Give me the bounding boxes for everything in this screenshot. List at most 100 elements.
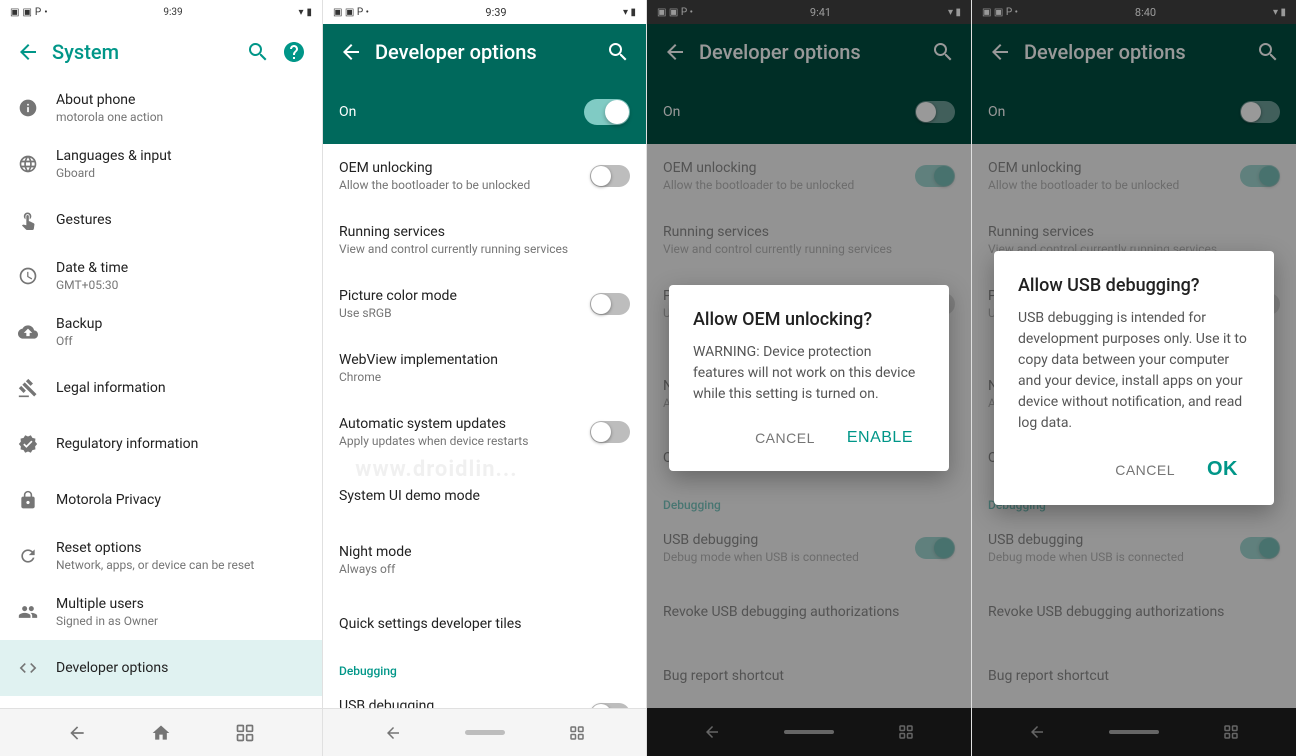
nav-bar-middle — [323, 708, 646, 756]
sim-icon: ▣ — [10, 7, 19, 18]
language-icon — [16, 152, 40, 176]
setting-oem[interactable]: OEM unlocking Allow the bootloader to be… — [323, 144, 646, 208]
sim2-icon: ▣ — [22, 7, 31, 18]
status-bar-middle: ▣ ▣ P • 9:39 ▾ ▮ — [323, 0, 646, 24]
developer-label: Developer options — [56, 660, 306, 676]
dot-icon: • — [44, 7, 47, 18]
night-sub: Always off — [339, 562, 630, 576]
oem-enable-button[interactable]: Enable — [835, 421, 925, 455]
home-nav-left[interactable] — [149, 721, 173, 745]
languages-sub: Gboard — [56, 166, 306, 180]
developer-panel-oem-dialog: ▣ ▣ P • 9:41 ▾ ▮ Developer options On OE… — [647, 0, 972, 756]
sidebar-item-gestures[interactable]: Gestures — [0, 192, 322, 248]
reset-label: Reset options — [56, 540, 306, 556]
clock-middle: 9:39 — [485, 6, 506, 19]
sidebar-item-users[interactable]: Multiple users Signed in as Owner — [0, 584, 322, 640]
main-toggle-thumb — [605, 100, 629, 124]
on-toggle-row[interactable]: On — [323, 80, 646, 144]
code-icon — [16, 656, 40, 680]
users-icon — [16, 600, 40, 624]
setting-running[interactable]: Running services View and control curren… — [323, 208, 646, 272]
sidebar-item-privacy[interactable]: Motorola Privacy — [0, 472, 322, 528]
system-panel: ▣ ▣ P • 9:39 ▾ ▮ System — [0, 0, 323, 756]
backup-sub: Off — [56, 334, 306, 348]
main-toggle[interactable] — [584, 99, 630, 125]
gavel-icon — [16, 376, 40, 400]
oem-dialog-body: WARNING: Device protection features will… — [693, 342, 925, 405]
back-nav-middle[interactable] — [381, 721, 405, 745]
status-bar-left: ▣ ▣ P • 9:39 ▾ ▮ — [0, 0, 322, 24]
oem-sub: Allow the bootloader to be unlocked — [339, 178, 590, 192]
recent-nav-middle[interactable] — [565, 721, 589, 745]
oem-cancel-button[interactable]: Cancel — [743, 421, 827, 455]
oem-dialog: Allow OEM unlocking? WARNING: Device pro… — [669, 285, 949, 471]
developer-title-middle: Developer options — [375, 40, 594, 64]
search-button-left[interactable] — [246, 40, 270, 64]
backup-icon — [16, 320, 40, 344]
night-label: Night mode — [339, 544, 630, 560]
back-button-left[interactable] — [16, 40, 40, 64]
oem-dialog-overlay: Allow OEM unlocking? WARNING: Device pro… — [647, 0, 971, 756]
oem-toggle[interactable] — [590, 165, 630, 187]
system-title: System — [52, 40, 234, 64]
on-label: On — [339, 104, 584, 120]
running-sub: View and control currently running servi… — [339, 242, 630, 256]
recent-nav-left[interactable] — [233, 721, 257, 745]
sidebar-list: About phone motorola one action Language… — [0, 80, 322, 708]
info-icon — [16, 96, 40, 120]
languages-label: Languages & input — [56, 148, 306, 164]
verified-icon — [16, 432, 40, 456]
nav-bar-left — [0, 708, 322, 756]
setting-autoupdate[interactable]: Automatic system updates Apply updates w… — [323, 400, 646, 464]
color-toggle[interactable] — [590, 293, 630, 315]
usb-dialog-body: USB debugging is intended for developmen… — [1018, 308, 1250, 434]
wifi-icon-left: ▾ — [298, 7, 303, 18]
setting-demo[interactable]: System UI demo mode — [323, 464, 646, 528]
oem-dialog-title: Allow OEM unlocking? — [693, 309, 925, 330]
sidebar-item-backup[interactable]: Backup Off — [0, 304, 322, 360]
sidebar-item-languages[interactable]: Languages & input Gboard — [0, 136, 322, 192]
sidebar-item-developer[interactable]: Developer options — [0, 640, 322, 696]
search-button-middle[interactable] — [606, 40, 630, 64]
home-nav-middle[interactable] — [465, 730, 505, 735]
setting-quicktiles[interactable]: Quick settings developer tiles — [323, 592, 646, 656]
sidebar-item-about[interactable]: About phone motorola one action — [0, 80, 322, 136]
clock-left: 9:39 — [163, 7, 182, 18]
usb-label: USB debugging — [339, 698, 590, 708]
usb-dialog-title: Allow USB debugging? — [1018, 275, 1250, 296]
setting-webview[interactable]: WebView implementation Chrome — [323, 336, 646, 400]
autoupdate-label: Automatic system updates — [339, 416, 590, 432]
gestures-label: Gestures — [56, 212, 306, 228]
p-icon: P — [35, 7, 41, 18]
sidebar-item-regulatory[interactable]: Regulatory information — [0, 416, 322, 472]
developer-settings-list: www.droidlin... OEM unlocking Allow the … — [323, 144, 646, 708]
webview-label: WebView implementation — [339, 352, 630, 368]
autoupdate-sub: Apply updates when device restarts — [339, 434, 590, 448]
debugging-header: Debugging — [323, 656, 646, 682]
usb-cancel-button[interactable]: Cancel — [1103, 450, 1187, 489]
developer-panel-base: ▣ ▣ P • 9:39 ▾ ▮ Developer options On ww… — [323, 0, 647, 756]
sidebar-item-system-updates[interactable]: System updates Updated to Android 9 — [0, 696, 322, 708]
time-left: 9:39 — [163, 7, 182, 18]
setting-color[interactable]: Picture color mode Use sRGB — [323, 272, 646, 336]
legal-label: Legal information — [56, 380, 306, 396]
usb-dialog: Allow USB debugging? USB debugging is in… — [994, 251, 1274, 505]
gesture-icon — [16, 208, 40, 232]
privacy-icon — [16, 488, 40, 512]
usb-dialog-actions: Cancel OK — [1018, 450, 1250, 497]
usb-ok-button[interactable]: OK — [1195, 450, 1250, 489]
autoupdate-toggle[interactable] — [590, 421, 630, 443]
usb-toggle[interactable] — [590, 703, 630, 708]
sidebar-item-reset[interactable]: Reset options Network, apps, or device c… — [0, 528, 322, 584]
oem-dialog-actions: Cancel Enable — [693, 421, 925, 463]
sidebar-item-legal[interactable]: Legal information — [0, 360, 322, 416]
setting-night[interactable]: Night mode Always off — [323, 528, 646, 592]
help-button-left[interactable] — [282, 40, 306, 64]
back-button-middle[interactable] — [339, 40, 363, 64]
webview-sub: Chrome — [339, 370, 630, 384]
sidebar-item-datetime[interactable]: Date & time GMT+05:30 — [0, 248, 322, 304]
back-nav-left[interactable] — [65, 721, 89, 745]
regulatory-label: Regulatory information — [56, 436, 306, 452]
setting-usb[interactable]: USB debugging Debug mode when USB is con… — [323, 682, 646, 708]
wifi-middle: ▾ ▮ — [623, 7, 636, 18]
